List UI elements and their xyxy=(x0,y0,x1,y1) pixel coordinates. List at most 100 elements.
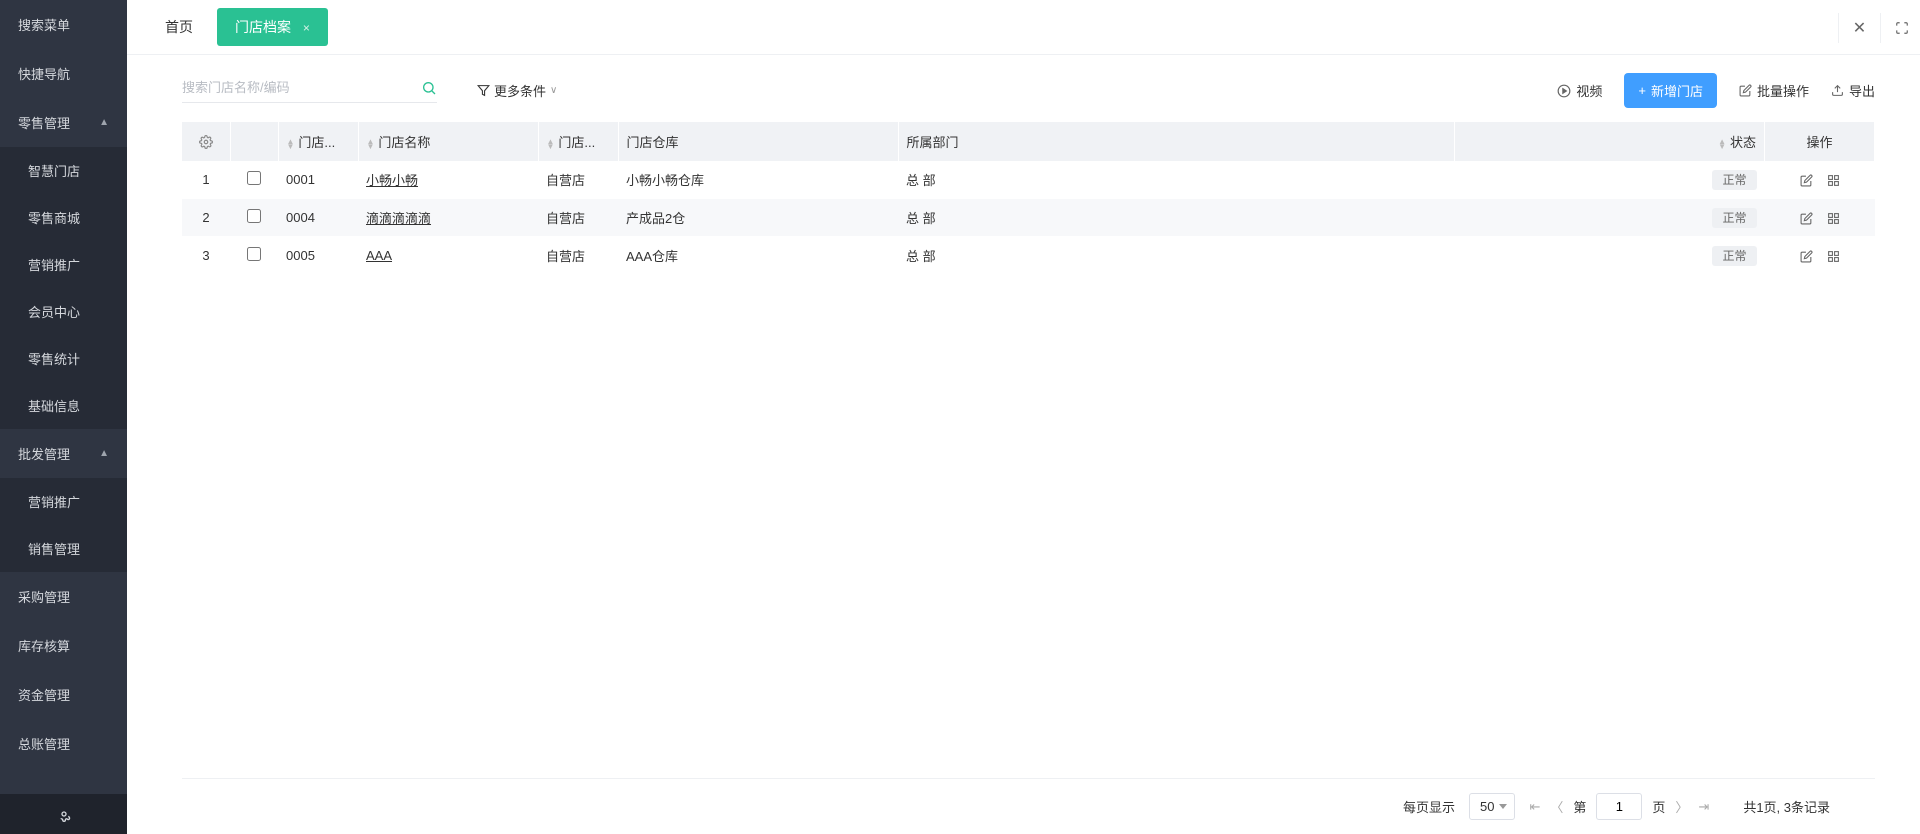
row-index: 3 xyxy=(182,237,230,275)
prev-page-button[interactable]: 〈 xyxy=(1550,797,1563,816)
sidebar: 搜索菜单 快捷导航 零售管理 ▲ 智慧门店 零售商城 营销推广 会员中心 零售统… xyxy=(0,0,127,834)
cell-status: 正常 xyxy=(1455,199,1765,237)
export-button[interactable]: 导出 xyxy=(1831,81,1875,100)
sidebar-item-basic-info[interactable]: 基础信息 xyxy=(0,382,127,429)
more-row-button[interactable] xyxy=(1827,172,1840,187)
sidebar-item-marketing2[interactable]: 营销推广 xyxy=(0,478,127,525)
more-conditions-button[interactable]: 更多条件 ∨ xyxy=(477,81,557,100)
cell-warehouse: AAA仓库 xyxy=(618,237,898,275)
per-page-select[interactable]: 50 xyxy=(1469,793,1515,820)
sidebar-settings[interactable] xyxy=(0,794,127,834)
cell-name: 滴滴滴滴滴 xyxy=(358,199,538,237)
sidebar-item-marketing[interactable]: 营销推广 xyxy=(0,241,127,288)
row-checkbox-cell xyxy=(230,161,278,199)
first-page-button[interactable]: ⇤ xyxy=(1529,799,1540,815)
batch-ops-button[interactable]: 批量操作 xyxy=(1739,81,1809,100)
next-page-button[interactable]: 〉 xyxy=(1675,797,1688,816)
pager: ⇤ 〈 第 页 〉 ⇥ xyxy=(1529,793,1709,820)
row-checkbox[interactable] xyxy=(247,171,261,185)
sidebar-submenu-wholesale: 营销推广 销售管理 xyxy=(0,478,127,572)
table-row: 10001小畅小畅自营店小畅小畅仓库总 部正常 xyxy=(182,161,1875,199)
edit-row-button[interactable] xyxy=(1800,210,1813,225)
sidebar-item-smart-store[interactable]: 智慧门店 xyxy=(0,147,127,194)
sidebar-group-label: 批发管理 xyxy=(18,444,70,463)
cell-type: 自营店 xyxy=(538,199,618,237)
table-row: 20004滴滴滴滴滴自营店产成品2仓总 部正常 xyxy=(182,199,1875,237)
sidebar-item-retail-stats[interactable]: 零售统计 xyxy=(0,335,127,382)
total-records: 共1页, 3条记录 xyxy=(1743,797,1830,816)
col-name[interactable]: ▲▼门店名称 xyxy=(358,122,538,161)
expand-icon xyxy=(1895,21,1909,35)
edit-icon xyxy=(1739,84,1752,97)
row-index: 1 xyxy=(182,161,230,199)
batch-ops-label: 批量操作 xyxy=(1757,81,1809,100)
play-circle-icon xyxy=(1557,84,1571,98)
sidebar-group-label: 零售管理 xyxy=(18,113,70,132)
video-button[interactable]: 视频 xyxy=(1557,81,1602,100)
edit-row-button[interactable] xyxy=(1800,248,1813,263)
cell-status: 正常 xyxy=(1455,161,1765,199)
sidebar-item-funds[interactable]: 资金管理 xyxy=(0,670,127,719)
col-status[interactable]: ▲▼状态 xyxy=(1455,122,1765,161)
edit-icon xyxy=(1800,250,1813,263)
close-all-tabs-button[interactable]: ✕ xyxy=(1838,13,1868,43)
page-input[interactable] xyxy=(1596,793,1642,820)
cell-ops xyxy=(1765,199,1875,237)
col-warehouse: 门店仓库 xyxy=(618,122,898,161)
search-input[interactable] xyxy=(182,80,421,95)
cell-warehouse: 产成品2仓 xyxy=(618,199,898,237)
row-index: 2 xyxy=(182,199,230,237)
sidebar-item-inventory[interactable]: 库存核算 xyxy=(0,621,127,670)
search-wrap xyxy=(182,78,437,102)
col-dept: 所属部门 xyxy=(898,122,1455,161)
sidebar-item-ledger[interactable]: 总账管理 xyxy=(0,719,127,768)
col-code[interactable]: ▲▼门店... xyxy=(278,122,358,161)
cell-type: 自营店 xyxy=(538,237,618,275)
col-type[interactable]: ▲▼门店... xyxy=(538,122,618,161)
store-name-link[interactable]: 滴滴滴滴滴 xyxy=(366,211,431,226)
table-wrap: ▲▼门店... ▲▼门店名称 ▲▼门店... 门店仓库 所属部门 ▲▼状态 操作… xyxy=(127,122,1920,778)
sidebar-item-retail-mall[interactable]: 零售商城 xyxy=(0,194,127,241)
store-name-link[interactable]: 小畅小畅 xyxy=(366,173,418,188)
row-checkbox[interactable] xyxy=(247,247,261,261)
pagination-footer: 每页显示 50 ⇤ 〈 第 页 〉 ⇥ 共1页, 3条记录 xyxy=(182,778,1875,834)
status-badge: 正常 xyxy=(1712,208,1756,228)
search-icon[interactable] xyxy=(421,78,437,95)
chevron-down-icon: ∨ xyxy=(550,85,557,96)
store-name-link[interactable]: AAA xyxy=(366,248,392,263)
add-store-label: 新增门店 xyxy=(1651,81,1703,100)
add-store-button[interactable]: + 新增门店 xyxy=(1624,73,1717,108)
more-row-button[interactable] xyxy=(1827,210,1840,225)
tab-store-archive[interactable]: 门店档案 × xyxy=(217,8,328,46)
grid-icon xyxy=(1827,212,1840,225)
sidebar-group-retail[interactable]: 零售管理 ▲ xyxy=(0,98,127,147)
cell-ops xyxy=(1765,237,1875,275)
sidebar-submenu-retail: 智慧门店 零售商城 营销推广 会员中心 零售统计 基础信息 xyxy=(0,147,127,429)
tab-label: 门店档案 xyxy=(235,19,291,35)
toolbar: 更多条件 ∨ 视频 + 新增门店 批量操作 导出 xyxy=(127,55,1920,122)
cell-dept: 总 部 xyxy=(898,199,1455,237)
more-row-button[interactable] xyxy=(1827,248,1840,263)
sidebar-item-search-menu[interactable]: 搜索菜单 xyxy=(0,0,127,49)
sidebar-group-wholesale[interactable]: 批发管理 ▲ xyxy=(0,429,127,478)
tab-home[interactable]: 首页 xyxy=(147,8,211,46)
edit-icon xyxy=(1800,174,1813,187)
col-settings[interactable] xyxy=(182,122,230,161)
per-page-label: 每页显示 xyxy=(1403,797,1455,816)
sidebar-item-purchase[interactable]: 采购管理 xyxy=(0,572,127,621)
gear-icon xyxy=(199,135,213,149)
export-label: 导出 xyxy=(1849,81,1875,100)
table-row: 30005AAA自营店AAA仓库总 部正常 xyxy=(182,237,1875,275)
close-icon[interactable]: × xyxy=(303,21,310,35)
fullscreen-button[interactable] xyxy=(1880,13,1910,43)
sidebar-item-member-center[interactable]: 会员中心 xyxy=(0,288,127,335)
row-checkbox[interactable] xyxy=(247,209,261,223)
cell-status: 正常 xyxy=(1455,237,1765,275)
sidebar-item-quick-nav[interactable]: 快捷导航 xyxy=(0,49,127,98)
last-page-button[interactable]: ⇥ xyxy=(1698,799,1709,815)
plus-icon: + xyxy=(1638,83,1646,98)
edit-row-button[interactable] xyxy=(1800,172,1813,187)
filter-icon xyxy=(477,84,490,97)
sidebar-item-sales-mgmt[interactable]: 销售管理 xyxy=(0,525,127,572)
main-area: 首页 门店档案 × ✕ 更多条件 ∨ xyxy=(127,0,1920,834)
